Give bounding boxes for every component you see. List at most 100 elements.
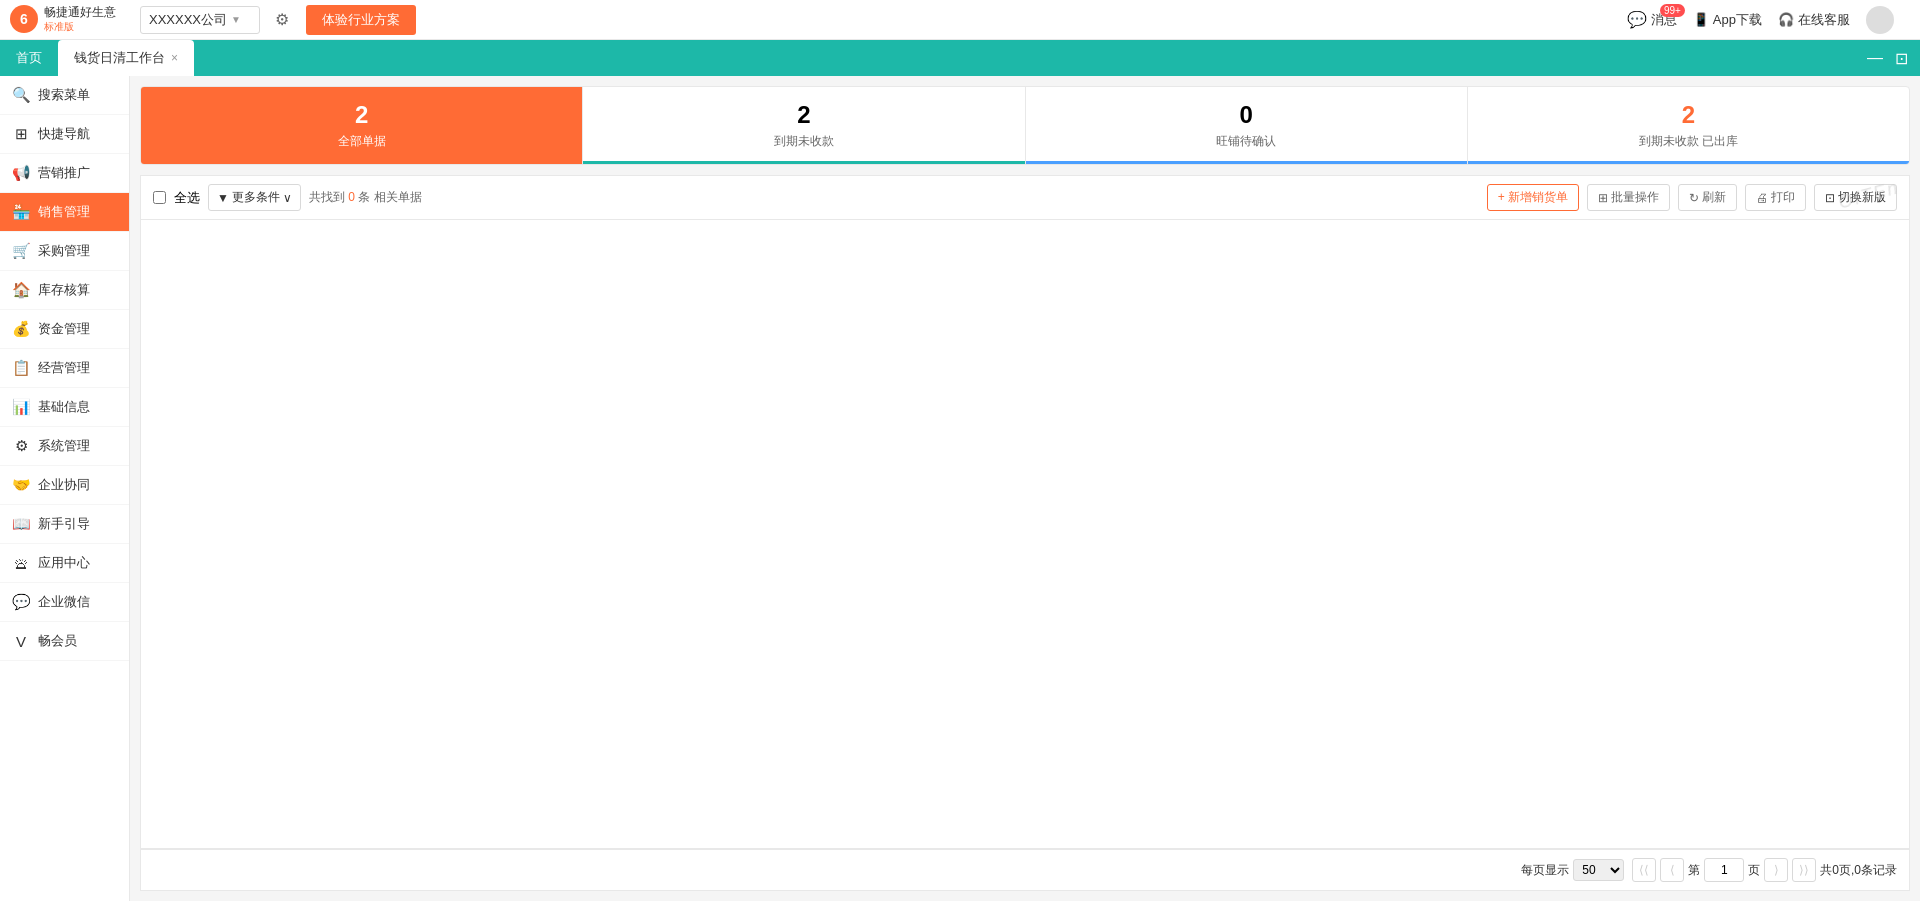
card-all[interactable]: 2 全部单据: [141, 87, 583, 164]
first-page-button[interactable]: ⟨⟨: [1632, 858, 1656, 882]
refresh-button[interactable]: ↻ 刷新: [1678, 184, 1737, 211]
sidebar-item-app-center[interactable]: 🛎 应用中心: [0, 544, 129, 583]
logo-area: 6 畅捷通好生意 标准版: [10, 5, 140, 33]
add-sale-button[interactable]: + 新增销货单: [1487, 184, 1579, 211]
logo-name: 畅捷通好生意: [44, 5, 116, 19]
batch-operation-button[interactable]: ⊞ 批量操作: [1587, 184, 1670, 211]
trial-button[interactable]: 体验行业方案: [306, 5, 416, 35]
chevron-down-icon: ▼: [231, 14, 241, 25]
message-badge: 99+: [1660, 4, 1685, 17]
print-icon: 🖨: [1756, 191, 1768, 205]
total-info: 共0页,0条记录: [1820, 862, 1897, 879]
avatar[interactable]: [1866, 6, 1894, 34]
message-icon: 💬: [1627, 10, 1647, 29]
megaphone-icon: 📢: [12, 164, 30, 182]
sidebar-item-marketing[interactable]: 📢 营销推广: [0, 154, 129, 193]
sidebar-item-quicknav[interactable]: ⊞ 快捷导航: [0, 115, 129, 154]
sidebar: 🔍 搜索菜单 ⊞ 快捷导航 📢 营销推广 🏪 销售管理 🛒 采购管理 🏠 库存核…: [0, 76, 130, 901]
sidebar-item-cooperation[interactable]: 🤝 企业协同: [0, 466, 129, 505]
gear-icon: ⚙: [12, 437, 30, 455]
card-shipped[interactable]: 2 到期未收款 已出库: [1468, 87, 1909, 164]
content-area: 2 全部单据 2 到期未收款 0 旺铺待确认 2 到期未收款 已出库: [130, 76, 1920, 901]
book-icon: 📖: [12, 515, 30, 533]
refresh-icon: ↻: [1689, 191, 1699, 205]
card-overdue-label: 到期未收款: [603, 133, 1004, 150]
wechat-icon: 💬: [12, 593, 30, 611]
search-icon: 🔍: [12, 86, 30, 104]
home-icon: 🏠: [12, 281, 30, 299]
sidebar-item-member[interactable]: V 畅会员: [0, 622, 129, 661]
sidebar-item-sales[interactable]: 🏪 销售管理: [0, 193, 129, 232]
print-button[interactable]: 🖨 打印: [1745, 184, 1806, 211]
tab-controls: — ⊡: [1863, 47, 1920, 70]
headset-icon: 🎧: [1778, 12, 1794, 27]
sidebar-item-system[interactable]: ⚙ 系统管理: [0, 427, 129, 466]
card-shipped-label: 到期未收款 已出库: [1488, 133, 1889, 150]
page-number-input[interactable]: [1704, 858, 1744, 882]
logo-icon: 6: [10, 5, 38, 33]
card-wangpu[interactable]: 0 旺铺待确认: [1026, 87, 1468, 164]
tab-home[interactable]: 首页: [0, 40, 58, 76]
sidebar-item-basic-info[interactable]: 📊 基础信息: [0, 388, 129, 427]
per-page-select[interactable]: 50 100 200: [1573, 859, 1624, 881]
card-shipped-num: 2: [1488, 101, 1889, 129]
bell-icon: 🛎: [12, 555, 30, 572]
company-selector[interactable]: XXXXXX公司 ▼: [140, 6, 260, 34]
phone-icon: 📱: [1693, 12, 1709, 27]
company-name: XXXXXX公司: [149, 11, 227, 29]
pagination-bar: 每页显示 50 100 200 ⟨⟨ ⟨ 第 页 ⟩ ⟩⟩ 共0页,0条记录: [140, 849, 1910, 891]
card-overdue[interactable]: 2 到期未收款: [583, 87, 1025, 164]
sidebar-item-search[interactable]: 🔍 搜索菜单: [0, 76, 129, 115]
card-wangpu-label: 旺铺待确认: [1046, 133, 1447, 150]
clipboard-icon: 📋: [12, 359, 30, 377]
main-layout: 🔍 搜索菜单 ⊞ 快捷导航 📢 营销推广 🏪 销售管理 🛒 采购管理 🏠 库存核…: [0, 76, 1920, 901]
maximize-icon[interactable]: ⊡: [1891, 47, 1912, 70]
prev-page-button[interactable]: ⟨: [1660, 858, 1684, 882]
per-page-selector: 每页显示 50 100 200: [1521, 859, 1624, 881]
chevron-icon: ∨: [283, 191, 292, 205]
filter-button[interactable]: ▼ 更多条件 ∨: [208, 184, 301, 211]
vip-icon: V: [12, 633, 30, 650]
found-info: 共找到 0 条 相关单据: [309, 189, 422, 206]
summary-cards: 2 全部单据 2 到期未收款 0 旺铺待确认 2 到期未收款 已出库: [140, 86, 1910, 165]
top-right-area: 💬 消息 99+ 📱 App下载 🎧 在线客服: [1627, 6, 1910, 34]
batch-icon: ⊞: [1598, 191, 1608, 205]
toolbar: 全选 ▼ 更多条件 ∨ 共找到 0 条 相关单据 + 新增销货单 ⊞ 批量操作: [140, 175, 1910, 219]
page-nav: ⟨⟨ ⟨ 第 页 ⟩ ⟩⟩ 共0页,0条记录: [1632, 858, 1897, 882]
card-overdue-num: 2: [603, 101, 1004, 129]
app-download-button[interactable]: 📱 App下载: [1693, 11, 1762, 29]
select-all-label: 全选: [174, 189, 200, 207]
tab-workbench[interactable]: 钱货日清工作台 ×: [58, 40, 194, 76]
switch-version-button[interactable]: ⊡ 切换新版: [1814, 184, 1897, 211]
message-button[interactable]: 💬 消息 99+: [1627, 10, 1677, 29]
cart-icon: 🛒: [12, 242, 30, 260]
sidebar-item-wechat[interactable]: 💬 企业微信: [0, 583, 129, 622]
sidebar-item-inventory[interactable]: 🏠 库存核算: [0, 271, 129, 310]
filter-icon: ▼: [217, 191, 229, 205]
grid-icon: ⊞: [12, 125, 30, 143]
card-wangpu-num: 0: [1046, 101, 1447, 129]
switch-icon: ⊡: [1825, 191, 1835, 205]
top-bar: 6 畅捷通好生意 标准版 XXXXXX公司 ▼ ⚙ 体验行业方案 💬 消息 99…: [0, 0, 1920, 40]
shop-icon: 🏪: [12, 203, 30, 221]
logo-edition: 标准版: [44, 20, 116, 34]
nav-tabs: 首页 钱货日清工作台 × — ⊡: [0, 40, 1920, 76]
settings-icon[interactable]: ⚙: [268, 6, 296, 34]
card-all-num: 2: [161, 101, 562, 129]
sidebar-item-finance[interactable]: 💰 资金管理: [0, 310, 129, 349]
online-service-button[interactable]: 🎧 在线客服: [1778, 11, 1850, 29]
card-all-label: 全部单据: [161, 133, 562, 150]
sidebar-item-operations[interactable]: 📋 经营管理: [0, 349, 129, 388]
last-page-button[interactable]: ⟩⟩: [1792, 858, 1816, 882]
next-page-button[interactable]: ⟩: [1764, 858, 1788, 882]
sidebar-item-guide[interactable]: 📖 新手引导: [0, 505, 129, 544]
handshake-icon: 🤝: [12, 476, 30, 494]
money-icon: 💰: [12, 320, 30, 338]
table-icon: 📊: [12, 398, 30, 416]
minimize-icon[interactable]: —: [1863, 47, 1887, 69]
table-area: [140, 219, 1910, 849]
select-all-checkbox[interactable]: [153, 191, 166, 204]
found-count: 0: [348, 190, 355, 204]
close-tab-icon[interactable]: ×: [171, 51, 178, 65]
sidebar-item-purchase[interactable]: 🛒 采购管理: [0, 232, 129, 271]
